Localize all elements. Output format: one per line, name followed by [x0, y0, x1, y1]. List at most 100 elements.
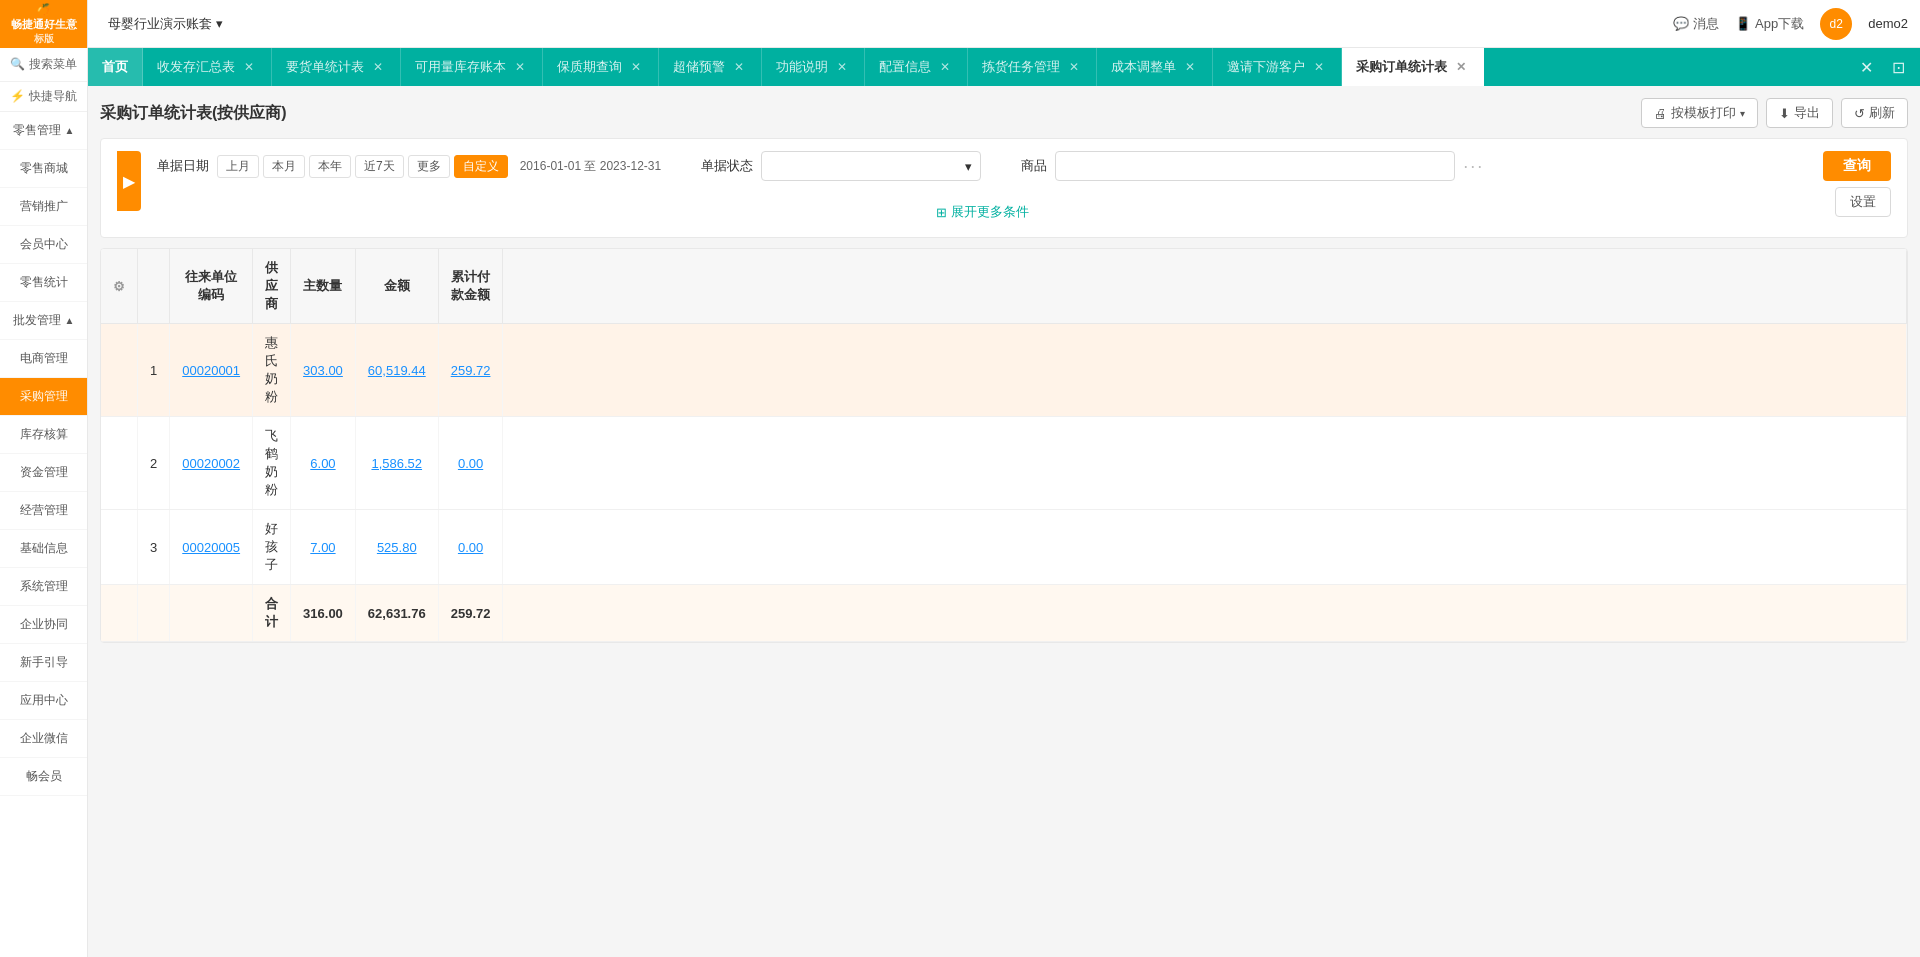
tab-overstock-close[interactable]: ✕ — [731, 59, 747, 75]
filter-section: ▶ 单据日期 上月 本月 本年 近7天 更多 自定义 — [117, 151, 1891, 225]
tab-expand-btn[interactable]: ⊡ — [1884, 53, 1912, 81]
goods-more-btn[interactable]: ··· — [1463, 156, 1484, 177]
message-btn[interactable]: 💬 消息 — [1673, 15, 1719, 33]
sidebar-item-purchase-mgmt[interactable]: 采购管理 — [0, 378, 87, 416]
tab-expiry-close[interactable]: ✕ — [628, 59, 644, 75]
row-qty-cell[interactable]: 6.00 — [291, 417, 356, 510]
date-btn-last-month[interactable]: 上月 — [217, 155, 259, 178]
tab-picking-close[interactable]: ✕ — [1066, 59, 1082, 75]
row-code-cell[interactable]: 00020005 — [170, 510, 253, 585]
expand-label: 展开更多条件 — [951, 203, 1029, 221]
date-btn-7days[interactable]: 近7天 — [355, 155, 404, 178]
tab-cost-adjust[interactable]: 成本调整单 ✕ — [1097, 48, 1213, 86]
sidebar-item-search[interactable]: 🔍 搜索菜单 — [0, 48, 87, 82]
sidebar-item-ecommerce[interactable]: 电商管理 — [0, 340, 87, 378]
sidebar-item-biz-mgmt[interactable]: 经营管理 — [0, 492, 87, 530]
col-code-header: 往来单位编码 — [170, 249, 253, 324]
row-paid-cell[interactable]: 259.72 — [438, 324, 503, 417]
sidebar-sys-label: 系统管理 — [20, 578, 68, 595]
export-button[interactable]: ⬇ 导出 — [1766, 98, 1833, 128]
sidebar-biz-label: 经营管理 — [20, 502, 68, 519]
status-select[interactable]: ▾ — [761, 151, 981, 181]
refresh-button[interactable]: ↺ 刷新 — [1841, 98, 1908, 128]
col-settings[interactable]: ⚙ — [101, 249, 138, 324]
date-btn-more[interactable]: 更多 — [408, 155, 450, 178]
row-qty-cell[interactable]: 7.00 — [291, 510, 356, 585]
row-amount-cell[interactable]: 525.80 — [355, 510, 438, 585]
sidebar-item-retail-stats[interactable]: 零售统计 — [0, 264, 87, 302]
row-amount-cell[interactable]: 60,519.44 — [355, 324, 438, 417]
table-footer-row: 合计 316.00 62,631.76 259.72 — [101, 585, 1907, 642]
sidebar-item-member[interactable]: 畅会员 — [0, 758, 87, 796]
row-paid-cell[interactable]: 0.00 — [438, 417, 503, 510]
workspace-selector[interactable]: 母婴行业演示账套 ▾ — [100, 11, 231, 37]
row-settings-cell — [101, 510, 138, 585]
row-amount-cell[interactable]: 1,586.52 — [355, 417, 438, 510]
tab-home[interactable]: 首页 — [88, 48, 143, 86]
tab-function-close[interactable]: ✕ — [834, 59, 850, 75]
tab-expiry[interactable]: 保质期查询 ✕ — [543, 48, 659, 86]
tab-purchase-close[interactable]: ✕ — [1453, 59, 1469, 75]
user-name[interactable]: demo2 — [1868, 16, 1908, 31]
tabs-bar: 首页 收发存汇总表 ✕ 要货单统计表 ✕ 可用量库存账本 ✕ 保质期查询 ✕ 超… — [88, 48, 1920, 86]
goods-input[interactable] — [1055, 151, 1455, 181]
sidebar-item-enterprise-wechat[interactable]: 企业微信 — [0, 720, 87, 758]
tab-order-stats[interactable]: 要货单统计表 ✕ — [272, 48, 401, 86]
tab-close-all-btn[interactable]: ✕ — [1852, 53, 1880, 81]
tab-purchase-label: 采购订单统计表 — [1356, 58, 1447, 76]
tab-purchase-stats[interactable]: 采购订单统计表 ✕ — [1342, 48, 1484, 86]
row-index-cell: 3 — [138, 510, 170, 585]
date-btn-this-month[interactable]: 本月 — [263, 155, 305, 178]
sidebar-marketing-label: 营销推广 — [20, 198, 68, 215]
sidebar-item-marketing[interactable]: 营销推广 — [0, 188, 87, 226]
tab-function[interactable]: 功能说明 ✕ — [762, 48, 865, 86]
app-download-btn[interactable]: 📱 App下载 — [1735, 15, 1804, 33]
tab-invite-close[interactable]: ✕ — [1311, 59, 1327, 75]
tab-cost-close[interactable]: ✕ — [1182, 59, 1198, 75]
sidebar-item-quick-nav[interactable]: ⚡ 快捷导航 — [0, 82, 87, 112]
logo-icon: 🍊 — [36, 3, 51, 17]
tab-config-close[interactable]: ✕ — [937, 59, 953, 75]
tab-receive-close[interactable]: ✕ — [241, 59, 257, 75]
toggle-filter-btn[interactable]: ▶ — [117, 151, 141, 211]
sidebar-item-stock-check[interactable]: 库存核算 — [0, 416, 87, 454]
tab-order-close[interactable]: ✕ — [370, 59, 386, 75]
print-button[interactable]: 🖨 按模板打印 ▾ — [1641, 98, 1758, 128]
settings-button[interactable]: 设置 — [1835, 187, 1891, 217]
row-paid-cell[interactable]: 0.00 — [438, 510, 503, 585]
avatar-text: d2 — [1830, 17, 1843, 31]
avatar[interactable]: d2 — [1820, 8, 1852, 40]
date-btn-this-year[interactable]: 本年 — [309, 155, 351, 178]
row-code-cell[interactable]: 00020001 — [170, 324, 253, 417]
tab-config[interactable]: 配置信息 ✕ — [865, 48, 968, 86]
tab-invite[interactable]: 邀请下游客户 ✕ — [1213, 48, 1342, 86]
page-title: 采购订单统计表(按供应商) — [100, 103, 287, 124]
sidebar-item-retail-mgmt[interactable]: 零售管理 ▲ — [0, 112, 87, 150]
filter-status-group: 单据状态 ▾ — [701, 151, 981, 181]
sidebar-item-app-center[interactable]: 应用中心 — [0, 682, 87, 720]
tab-stock-close[interactable]: ✕ — [512, 59, 528, 75]
row-code-cell[interactable]: 00020002 — [170, 417, 253, 510]
sidebar-item-wholesale[interactable]: 批发管理 ▲ — [0, 302, 87, 340]
sidebar-item-sys-mgmt[interactable]: 系统管理 — [0, 568, 87, 606]
expand-more-btn[interactable]: ⊞ 展开更多条件 — [157, 199, 1807, 225]
row-qty-cell[interactable]: 303.00 — [291, 324, 356, 417]
sidebar-item-member-center[interactable]: 会员中心 — [0, 226, 87, 264]
row-extra-cell — [503, 417, 1907, 510]
query-button[interactable]: 查询 — [1823, 151, 1891, 181]
tab-home-label: 首页 — [102, 58, 128, 76]
tab-overstock[interactable]: 超储预警 ✕ — [659, 48, 762, 86]
sidebar-item-retail-mall[interactable]: 零售商城 — [0, 150, 87, 188]
col-index-header — [138, 249, 170, 324]
tab-picking[interactable]: 拣货任务管理 ✕ — [968, 48, 1097, 86]
download-icon: 📱 — [1735, 16, 1751, 31]
logo[interactable]: 🍊 畅捷通好生意 标版 — [0, 0, 87, 48]
tab-receive-summary[interactable]: 收发存汇总表 ✕ — [143, 48, 272, 86]
logo-sub: 标版 — [34, 32, 54, 46]
sidebar-item-basic-info[interactable]: 基础信息 — [0, 530, 87, 568]
tab-available-stock[interactable]: 可用量库存账本 ✕ — [401, 48, 543, 86]
date-btn-custom[interactable]: 自定义 — [454, 155, 508, 178]
sidebar-item-enterprise[interactable]: 企业协同 — [0, 606, 87, 644]
sidebar-item-finance[interactable]: 资金管理 — [0, 454, 87, 492]
sidebar-item-new-guide[interactable]: 新手引导 — [0, 644, 87, 682]
